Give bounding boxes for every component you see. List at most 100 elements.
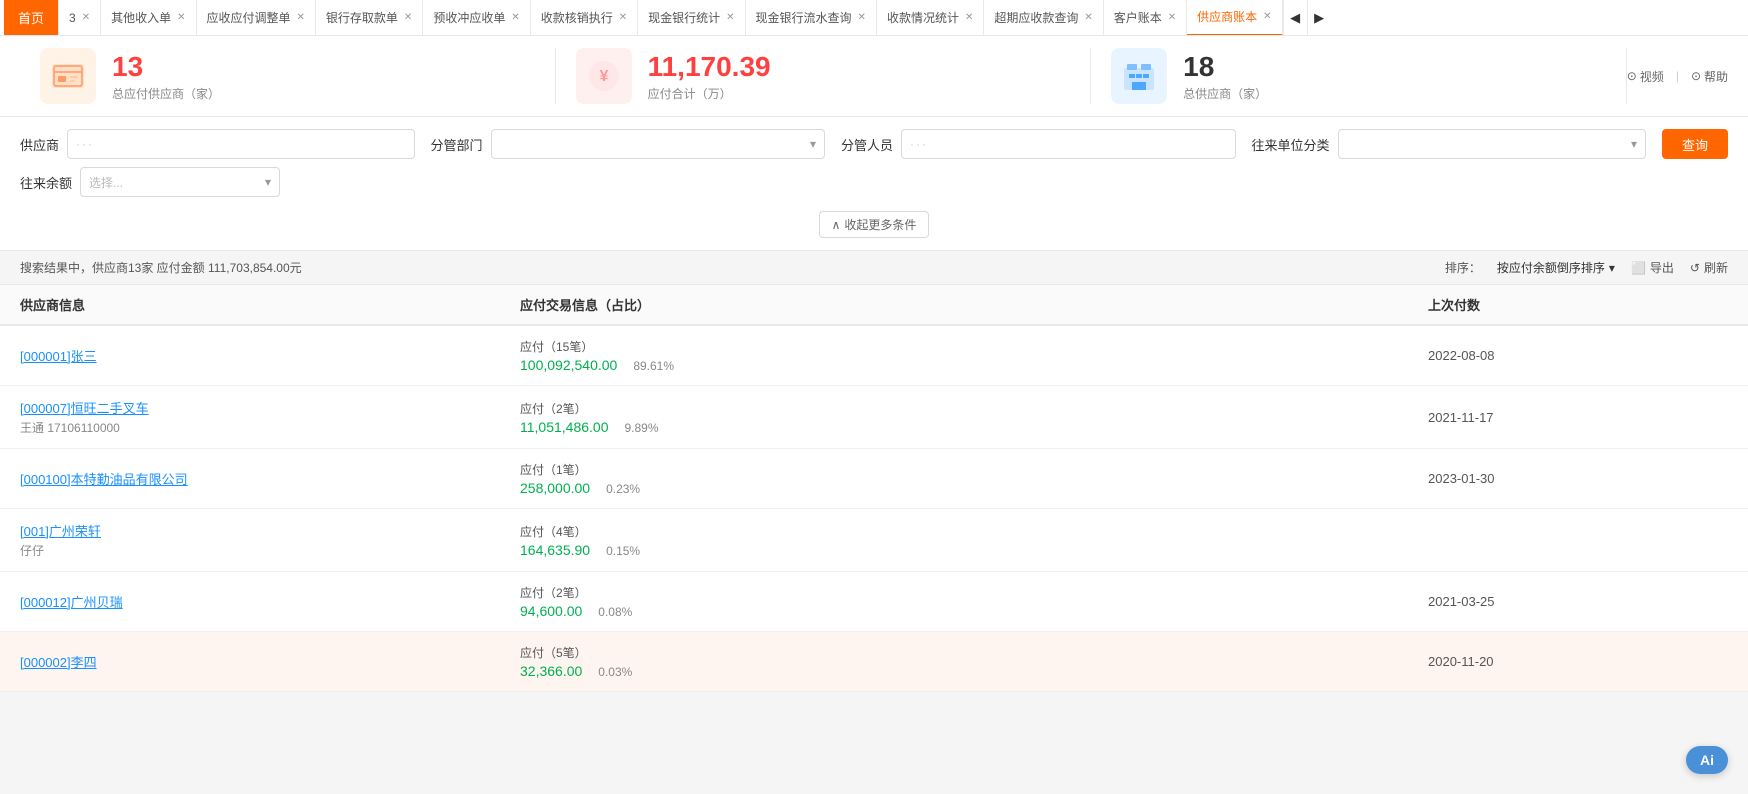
last-pay-date: 2021-11-17: [1428, 410, 1494, 425]
dept-select[interactable]: ▾: [491, 129, 825, 159]
supplier-input[interactable]: ···: [67, 129, 414, 159]
table-row: [000100]本特勤油品有限公司 应付（1笔） 258,000.00 0.23…: [0, 449, 1748, 509]
person-label: 分管人员: [841, 135, 893, 154]
top-navigation: 首页 3 ✕ 其他收入单 ✕ 应收应付调整单 ✕ 银行存取款单 ✕ 预收冲应收单…: [0, 0, 1748, 36]
export-button[interactable]: ⬜ 导出: [1631, 259, 1674, 276]
nav-tab-customer-ledger[interactable]: 客户账本 ✕: [1104, 0, 1187, 36]
tab-label: 现金银行统计: [648, 9, 720, 26]
sort-selector[interactable]: 按应付余额倒序排序 ▾: [1497, 259, 1615, 276]
header-supplier: 供应商信息: [20, 295, 520, 314]
table-row: [000001]张三 应付（15笔） 100,092,540.00 89.61%…: [0, 326, 1748, 386]
nav-tab-bank-deposit[interactable]: 银行存取款单 ✕: [316, 0, 423, 36]
person-input[interactable]: ···: [901, 129, 1235, 159]
close-icon[interactable]: ✕: [511, 12, 519, 23]
nav-tab-supplier-ledger[interactable]: 供应商账本 ✕: [1187, 0, 1282, 36]
close-icon[interactable]: ✕: [726, 12, 734, 23]
balance-select[interactable]: 选择... ▾: [80, 167, 280, 197]
last-pay-date: 2022-08-08: [1428, 348, 1495, 363]
supplier-cell: [000007]恒旺二手叉车 王通 17106110000: [20, 398, 520, 436]
close-icon[interactable]: ✕: [404, 12, 412, 23]
table-row: [001]广州荣轩 仔仔 应付（4笔） 164,635.90 0.15%: [0, 509, 1748, 572]
supplier-link[interactable]: [001]广州荣轩: [20, 521, 520, 540]
supplier-link[interactable]: [000007]恒旺二手叉车: [20, 398, 520, 417]
nav-tab-overdue-ar[interactable]: 超期应收款查询 ✕: [984, 0, 1103, 36]
tx-label: 应付（15笔）: [520, 338, 1428, 355]
tx-percent: 0.03%: [598, 665, 632, 679]
video-link[interactable]: ⊙ 视频: [1627, 68, 1664, 85]
supplier-cell: [000001]张三: [20, 346, 520, 365]
nav-tab-advance-offset[interactable]: 预收冲应收单 ✕: [423, 0, 530, 36]
last-pay-cell: 2021-11-17: [1428, 410, 1728, 425]
category-select[interactable]: ▾: [1338, 129, 1646, 159]
top-links: ⊙ 视频 | ⊙ 帮助: [1627, 68, 1728, 85]
collapse-button[interactable]: ∧ 收起更多条件: [819, 211, 930, 238]
close-icon[interactable]: ✕: [1168, 12, 1176, 23]
payable-suppliers-value: 13: [112, 50, 220, 84]
balance-arrow: ▾: [265, 175, 271, 189]
tab-label: 收款核销执行: [541, 9, 613, 26]
close-icon[interactable]: ✕: [1084, 12, 1092, 23]
tx-percent: 89.61%: [633, 359, 674, 373]
table-row: [000007]恒旺二手叉车 王通 17106110000 应付（2笔） 11,…: [0, 386, 1748, 449]
filter-dept: 分管部门 ▾: [431, 129, 826, 159]
supplier-cell: [000100]本特勤油品有限公司: [20, 469, 520, 488]
close-icon[interactable]: ✕: [297, 12, 305, 23]
filter-supplier: 供应商 ···: [20, 129, 415, 159]
supplier-cell: [000012]广州贝瑞: [20, 592, 520, 611]
home-tab[interactable]: 首页: [4, 0, 59, 36]
tab-label: 供应商账本: [1197, 8, 1257, 25]
supplier-link[interactable]: [000100]本特勤油品有限公司: [20, 469, 520, 488]
table-header: 供应商信息 应付交易信息（占比） 上次付数: [0, 285, 1748, 326]
tx-row: 100,092,540.00 89.61%: [520, 355, 1428, 373]
tx-amount[interactable]: 100,092,540.00: [520, 357, 617, 373]
supplier-link[interactable]: [000001]张三: [20, 346, 520, 365]
refresh-icon: ↺: [1690, 261, 1700, 275]
supplier-link[interactable]: [000002]李四: [20, 652, 520, 671]
filter-bar: 供应商 ··· 分管部门 ▾ 分管人员 ··· 往来单位分类 ▾ 查询: [0, 117, 1748, 251]
help-link[interactable]: ⊙ 帮助: [1691, 68, 1728, 85]
nav-next-arrow[interactable]: ▶: [1307, 0, 1331, 36]
tx-cell: 应付（1笔） 258,000.00 0.23%: [520, 461, 1428, 496]
dept-arrow: ▾: [810, 137, 816, 151]
last-pay-cell: 2020-11-20: [1428, 654, 1728, 669]
nav-tab-collection-stat[interactable]: 收款情况统计 ✕: [877, 0, 984, 36]
tx-amount[interactable]: 94,600.00: [520, 603, 582, 619]
payable-amount-value: 11,170.39: [648, 50, 771, 84]
supplier-link[interactable]: [000012]广州贝瑞: [20, 592, 520, 611]
close-icon[interactable]: ✕: [965, 12, 973, 23]
filter-row-1: 供应商 ··· 分管部门 ▾ 分管人员 ··· 往来单位分类 ▾ 查询: [20, 129, 1728, 159]
tx-amount[interactable]: 258,000.00: [520, 480, 590, 496]
tx-amount[interactable]: 11,051,486.00: [520, 419, 609, 435]
close-icon[interactable]: ✕: [619, 12, 627, 23]
tx-label: 应付（2笔）: [520, 400, 1428, 417]
close-icon[interactable]: ✕: [858, 12, 866, 23]
close-icon[interactable]: ✕: [1263, 11, 1271, 22]
tx-amount[interactable]: 32,366.00: [520, 663, 582, 679]
nav-tab-cash-bank-flow[interactable]: 现金银行流水查询 ✕: [746, 0, 877, 36]
query-button[interactable]: 查询: [1662, 129, 1728, 159]
result-bar: 搜索结果中，供应商13家 应付金额 111,703,854.00元 排序： 按应…: [0, 251, 1748, 285]
tx-amount[interactable]: 164,635.90: [520, 542, 590, 558]
supplier-label: 供应商: [20, 135, 59, 154]
tab-label: 银行存取款单: [326, 9, 398, 26]
total-suppliers-info: 18 总供应商（家）: [1183, 50, 1267, 103]
last-pay-cell: 2021-03-25: [1428, 594, 1728, 609]
ai-badge[interactable]: Ai: [1686, 746, 1728, 774]
nav-tab-cash-bank-stat[interactable]: 现金银行统计 ✕: [638, 0, 745, 36]
nav-tab-collection-exec[interactable]: 收款核销执行 ✕: [531, 0, 638, 36]
payable-suppliers-info: 13 总应付供应商（家）: [112, 50, 220, 103]
tx-cell: 应付（2笔） 94,600.00 0.08%: [520, 584, 1428, 619]
right-arrow-icon: ▶: [1314, 10, 1324, 26]
table-row: [000012]广州贝瑞 应付（2笔） 94,600.00 0.08% 2021…: [0, 572, 1748, 632]
close-icon[interactable]: ✕: [177, 12, 185, 23]
balance-label: 往来余额: [20, 173, 72, 192]
nav-tab-3[interactable]: 3 ✕: [59, 0, 101, 36]
nav-tab-other-income[interactable]: 其他收入单 ✕: [101, 0, 196, 36]
supplier-sub: 王通 17106110000: [20, 419, 520, 436]
refresh-button[interactable]: ↺ 刷新: [1690, 259, 1728, 276]
nav-prev-arrow[interactable]: ◀: [1283, 0, 1307, 36]
nav-tab-ar-adjust[interactable]: 应收应付调整单 ✕: [197, 0, 316, 36]
filter-balance: 往来余额 选择... ▾: [20, 167, 280, 197]
tx-cell: 应付（15笔） 100,092,540.00 89.61%: [520, 338, 1428, 373]
close-icon[interactable]: ✕: [82, 12, 90, 23]
